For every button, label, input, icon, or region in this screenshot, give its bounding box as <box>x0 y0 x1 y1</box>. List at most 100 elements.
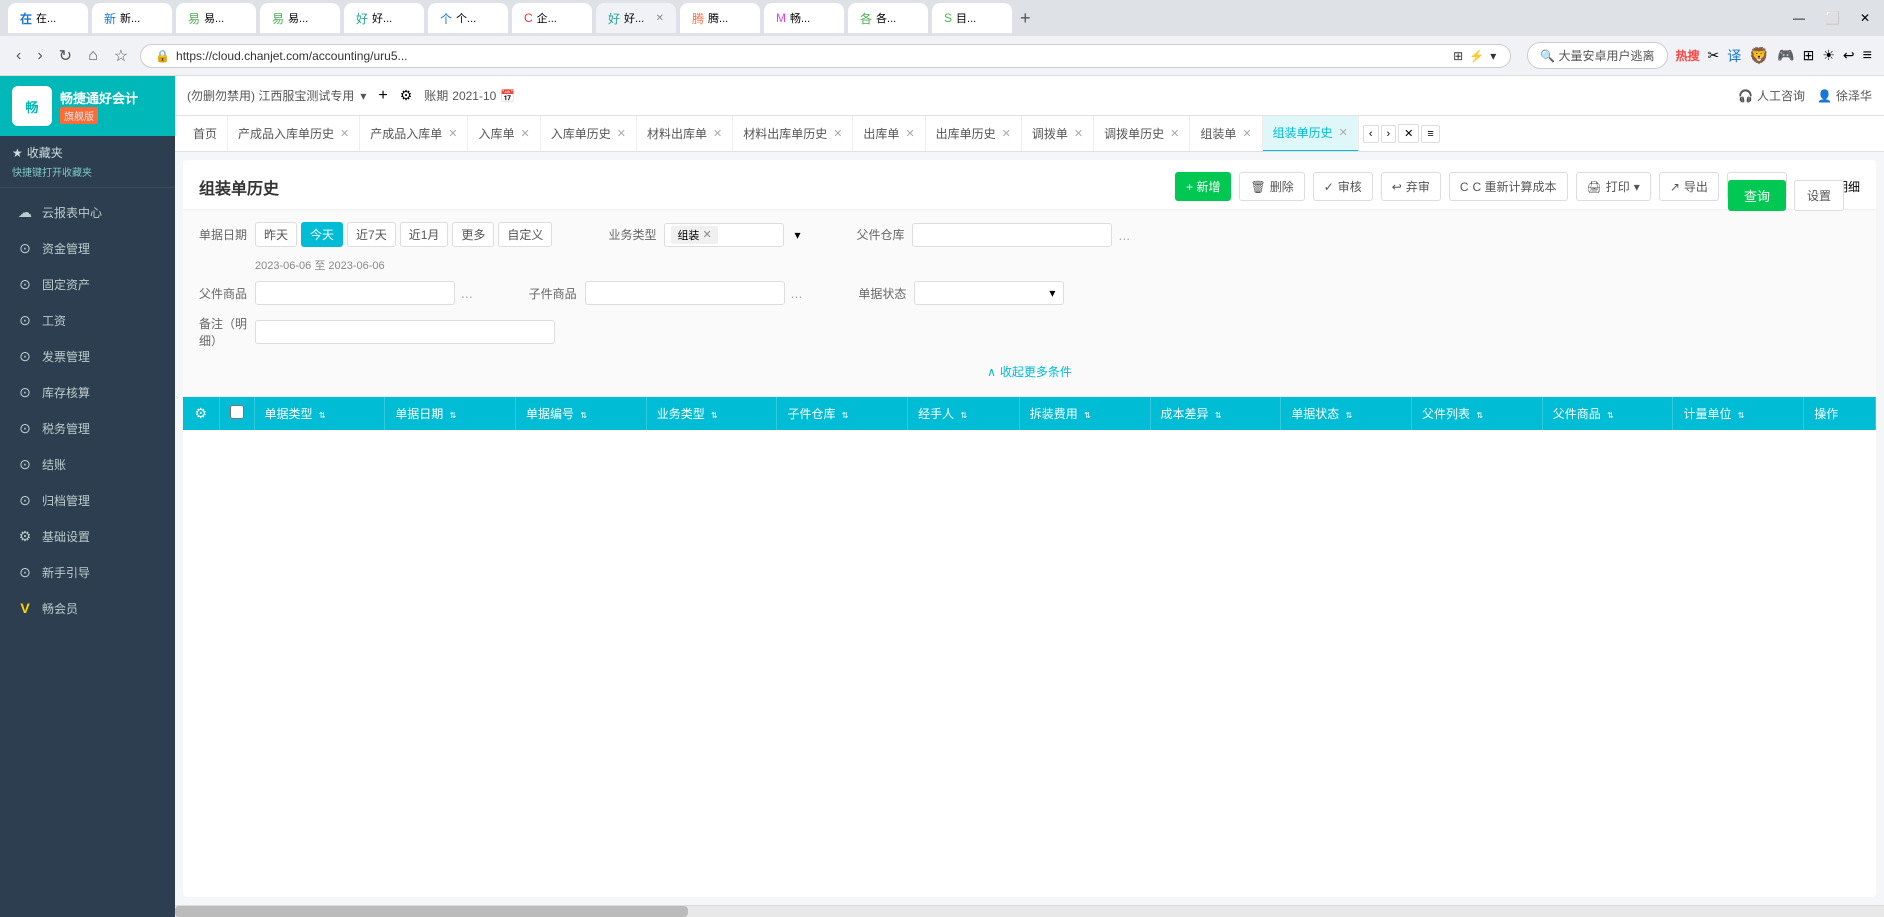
scrollbar-thumb[interactable] <box>175 906 688 917</box>
tab-transfer-history[interactable]: 调拨单历史 ✕ <box>1094 116 1190 152</box>
tab-material-out-history[interactable]: 材料出库单历史 ✕ <box>733 116 853 152</box>
table-settings-header[interactable]: ⚙ <box>183 397 219 430</box>
tab-close-icon[interactable]: ✕ <box>905 127 914 140</box>
sidebar-item-tax[interactable]: ⊙ 税务管理 <box>0 410 175 446</box>
tag-close-icon[interactable]: ✕ <box>702 228 711 241</box>
game-icon[interactable]: 🎮 <box>1777 47 1794 64</box>
sidebar-item-vip[interactable]: V 畅会员 <box>0 590 175 626</box>
minimize-button[interactable]: — <box>1787 9 1811 27</box>
tab-assembly-history[interactable]: 组装单历史 ✕ <box>1263 116 1359 152</box>
tab-out-order[interactable]: 出库单 ✕ <box>853 116 925 152</box>
parent-warehouse-more-icon[interactable]: ... <box>1118 227 1130 243</box>
browser-tab-5[interactable]: 好 好... <box>344 3 424 33</box>
month-btn[interactable]: 近1月 <box>400 222 449 247</box>
browser-tab-4[interactable]: 易 易... <box>260 3 340 33</box>
child-goods-more-icon[interactable]: ... <box>791 285 803 301</box>
sidebar-item-guide[interactable]: ⊙ 新手引导 <box>0 554 175 590</box>
company-selector[interactable]: (勿删勿禁用) 江西服宝测试专用 ▾ <box>187 87 366 104</box>
col-unit[interactable]: 计量单位 ⇅ <box>1673 397 1804 430</box>
scissors-icon[interactable]: ✂ <box>1708 47 1720 64</box>
home-button[interactable]: ⌂ <box>84 43 102 69</box>
sidebar-item-payroll[interactable]: ⊙ 工资 <box>0 302 175 338</box>
new-tab-button[interactable]: + <box>1016 4 1035 33</box>
search-button[interactable]: 查询 <box>1728 180 1786 211</box>
week-btn[interactable]: 近7天 <box>347 222 396 247</box>
translate-icon[interactable]: 译 <box>1727 46 1741 66</box>
grid-icon[interactable]: ⊞ <box>1803 47 1815 64</box>
col-bill-no[interactable]: 单据编号 ⇅ <box>515 397 646 430</box>
reload-button[interactable]: ↻ <box>55 42 76 70</box>
forward-button[interactable]: › <box>33 43 46 69</box>
custom-btn[interactable]: 自定义 <box>498 222 552 247</box>
col-handler[interactable]: 经手人 ⇅ <box>908 397 1020 430</box>
favorites-link[interactable]: 快捷键打开收藏夹 <box>12 164 163 179</box>
tab-close-icon[interactable]: ✕ <box>656 13 664 24</box>
business-dropdown-icon[interactable]: ▾ <box>794 228 800 242</box>
browser-tab-3[interactable]: 易 易... <box>176 3 256 33</box>
col-parent-goods[interactable]: 父件商品 ⇅ <box>1542 397 1673 430</box>
browser-tab-8[interactable]: 好 好... ✕ <box>596 3 676 33</box>
child-goods-input[interactable] <box>585 281 785 305</box>
bookmark-button[interactable]: ☆ <box>110 42 132 70</box>
dropdown-icon[interactable]: ▾ <box>1490 49 1496 63</box>
tab-in-order[interactable]: 入库单 ✕ <box>468 116 540 152</box>
tab-close-icon[interactable]: ✕ <box>1242 127 1251 140</box>
tab-close-icon[interactable]: ✕ <box>713 127 722 140</box>
tab-home[interactable]: 首页 <box>183 116 228 152</box>
sidebar-item-settlement[interactable]: ⊙ 结账 <box>0 446 175 482</box>
tab-production-in[interactable]: 产成品入库单 ✕ <box>360 116 468 152</box>
emoji-icon[interactable]: 🦁 <box>1749 46 1769 66</box>
back-button[interactable]: ‹ <box>12 43 25 69</box>
horizontal-scrollbar[interactable] <box>175 905 1884 917</box>
select-all-checkbox[interactable] <box>230 405 244 419</box>
tab-close-icon[interactable]: ✕ <box>1339 126 1348 139</box>
user-info[interactable]: 👤 徐泽华 <box>1817 87 1872 104</box>
col-disassembly-cost[interactable]: 拆装费用 ⇅ <box>1019 397 1150 430</box>
browser-tab-10[interactable]: M 畅... <box>764 3 844 33</box>
table-checkbox-header[interactable] <box>219 397 254 430</box>
sun-icon[interactable]: ☀ <box>1822 47 1835 64</box>
lightning-icon[interactable]: ⚡ <box>1469 49 1484 63</box>
col-cost-diff[interactable]: 成本差异 ⇅ <box>1150 397 1281 430</box>
tab-material-out[interactable]: 材料出库单 ✕ <box>637 116 733 152</box>
today-btn[interactable]: 今天 <box>301 222 343 247</box>
tab-close-icon[interactable]: ✕ <box>521 127 530 140</box>
browser-tab-2[interactable]: 新 新... <box>92 3 172 33</box>
tab-close-icon[interactable]: ✕ <box>833 127 842 140</box>
menu-icon[interactable]: ≡ <box>1863 47 1872 65</box>
tab-close-icon[interactable]: ✕ <box>1002 127 1011 140</box>
close-button[interactable]: ✕ <box>1854 9 1876 27</box>
browser-tab-6[interactable]: 个 个... <box>428 3 508 33</box>
tab-close-icon[interactable]: ✕ <box>617 127 626 140</box>
add-company-button[interactable]: + <box>378 87 387 105</box>
browser-tab-11[interactable]: 各 各... <box>848 3 928 33</box>
tabs-close-all-button[interactable]: ✕ <box>1398 124 1419 143</box>
col-business-type[interactable]: 业务类型 ⇅ <box>646 397 777 430</box>
add-button[interactable]: + 新增 <box>1175 172 1231 201</box>
parent-goods-input[interactable] <box>255 281 455 305</box>
sidebar-item-fixed-assets[interactable]: ⊙ 固定资产 <box>0 266 175 302</box>
parent-goods-more-icon[interactable]: ... <box>461 285 473 301</box>
undo-icon[interactable]: ↩ <box>1843 47 1855 64</box>
col-parent-list[interactable]: 父件列表 ⇅ <box>1411 397 1542 430</box>
tab-in-history[interactable]: 入库单历史 ✕ <box>541 116 637 152</box>
tab-close-icon[interactable]: ✕ <box>1074 127 1083 140</box>
sidebar-item-invoice[interactable]: ⊙ 发票管理 <box>0 338 175 374</box>
tab-production-in-history[interactable]: 产成品入库单历史 ✕ <box>228 116 360 152</box>
tab-out-history[interactable]: 出库单历史 ✕ <box>926 116 1022 152</box>
sidebar-item-archive[interactable]: ⊙ 归档管理 <box>0 482 175 518</box>
yesterday-btn[interactable]: 昨天 <box>255 222 297 247</box>
recalculate-button[interactable]: C C 重新计算成本 <box>1449 172 1568 201</box>
parent-warehouse-input[interactable] <box>912 223 1112 247</box>
remark-input[interactable] <box>255 320 555 344</box>
business-tag-input[interactable]: 组装 ✕ <box>664 223 784 247</box>
sidebar-item-fund-mgmt[interactable]: ⊙ 资金管理 <box>0 230 175 266</box>
tab-close-icon[interactable]: ✕ <box>340 127 349 140</box>
print-button[interactable]: 🖨 打印 ▾ <box>1576 172 1651 201</box>
col-child-warehouse[interactable]: 子件仓库 ⇅ <box>777 397 908 430</box>
tab-close-icon[interactable]: ✕ <box>1170 127 1179 140</box>
period-selector[interactable]: 账期 2021-10 📅 <box>424 87 515 104</box>
delete-button[interactable]: 🗑 删除 <box>1239 172 1304 201</box>
bill-status-select[interactable]: ▾ <box>914 281 1064 305</box>
export-button[interactable]: ↗ 导出 <box>1659 172 1719 201</box>
